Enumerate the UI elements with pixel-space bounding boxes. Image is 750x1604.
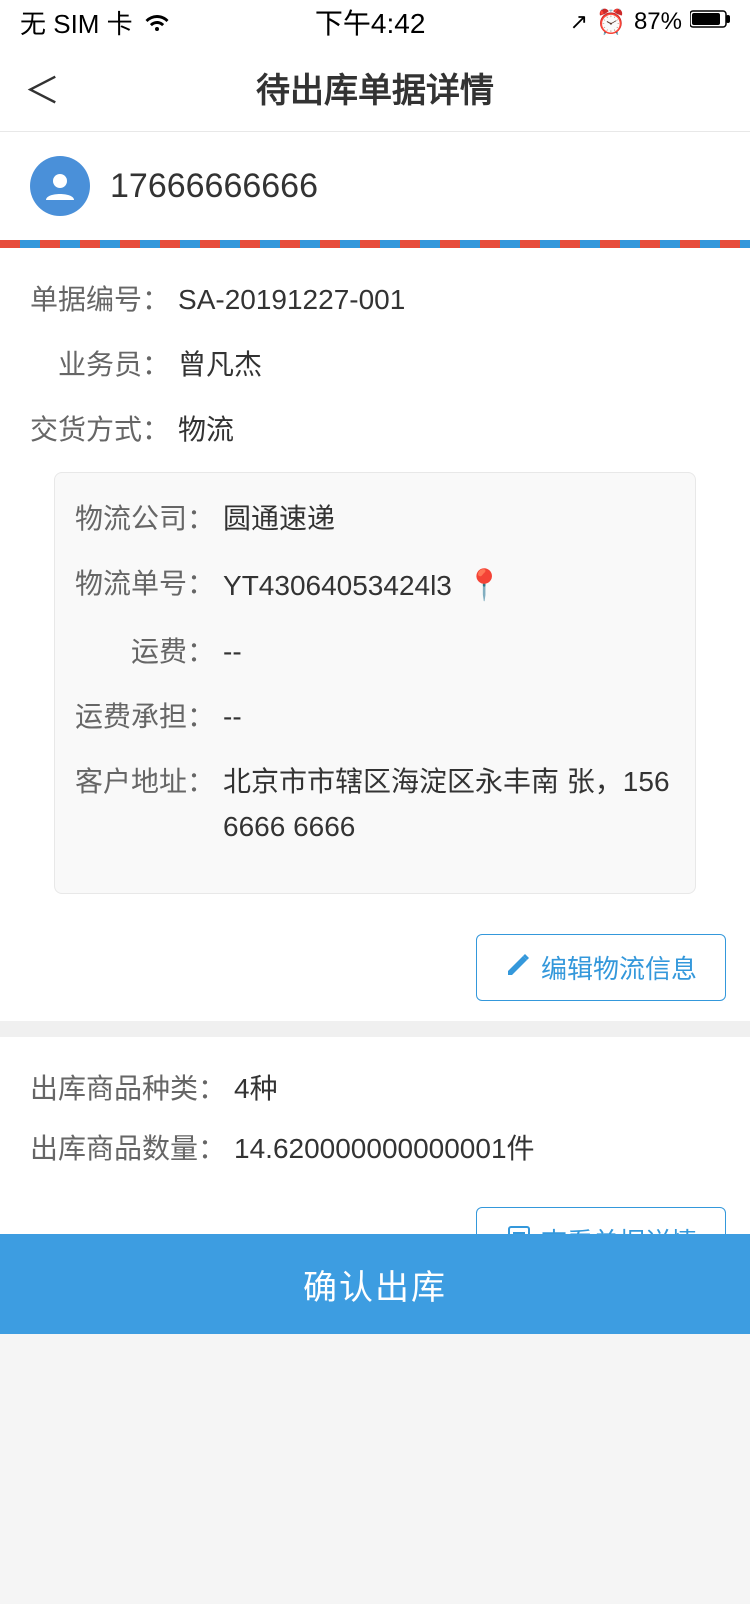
salesperson-row: 业务员： 曾凡杰 (30, 343, 720, 388)
tracking-value: YT43064053424l3 📍 (223, 562, 675, 610)
logistics-section: 物流公司： 圆通速递 物流单号： YT43064053424l3 📍 运费： -… (54, 472, 696, 894)
address-value: 北京市市辖区海淀区永丰南 张，156 6666 6666 (223, 760, 675, 850)
page-spacer (0, 1304, 750, 1504)
freight-bearer-value: -- (223, 695, 675, 740)
customer-section: 17666666666 (0, 132, 750, 240)
order-number-label: 单据编号： (30, 278, 170, 323)
status-left: 无 SIM 卡 (20, 4, 171, 41)
goods-section: 出库商品种类： 4种 出库商品数量： 14.620000000000001件 (0, 1037, 750, 1207)
delivery-value: 物流 (178, 408, 720, 453)
delivery-label: 交货方式： (30, 408, 170, 453)
edit-logistics-label: 编辑物流信息 (541, 949, 697, 986)
tracking-row: 物流单号： YT43064053424l3 📍 (75, 562, 675, 610)
alarm-icon: ⏰ (596, 8, 626, 37)
goods-quantity-label: 出库商品数量： (30, 1127, 226, 1167)
order-info-section: 单据编号： SA-20191227-001 业务员： 曾凡杰 交货方式： 物流 … (0, 248, 750, 934)
salesperson-value: 曾凡杰 (178, 343, 720, 388)
order-number-row: 单据编号： SA-20191227-001 (30, 278, 720, 323)
logistics-company-row: 物流公司： 圆通速递 (75, 497, 675, 542)
location-icon: ↗ (570, 9, 588, 35)
avatar (30, 156, 90, 216)
goods-quantity-value: 14.620000000000001件 (234, 1127, 535, 1167)
goods-types-row: 出库商品种类： 4种 (30, 1067, 720, 1107)
wifi-icon (143, 7, 171, 38)
address-row: 客户地址： 北京市市辖区海淀区永丰南 张，156 6666 6666 (75, 760, 675, 850)
order-number-value: SA-20191227-001 (178, 278, 720, 323)
customer-phone: 17666666666 (110, 167, 318, 206)
time-text: 下午4:42 (315, 2, 426, 42)
dashed-divider (0, 240, 750, 248)
section-separator (0, 1021, 750, 1037)
salesperson-label: 业务员： (30, 343, 170, 388)
freight-bearer-label: 运费承担： (75, 695, 215, 740)
edit-icon (505, 950, 533, 985)
logistics-company-value: 圆通速递 (223, 497, 675, 542)
edit-logistics-button[interactable]: 编辑物流信息 (476, 934, 726, 1001)
bottom-bar: 确认出库 (0, 1234, 750, 1334)
nav-bar: ＜ 待出库单据详情 (0, 44, 750, 132)
tracking-label: 物流单号： (75, 562, 215, 607)
battery-text: 87% (634, 8, 682, 36)
freight-row: 运费： -- (75, 630, 675, 675)
back-button[interactable]: ＜ (24, 62, 60, 114)
battery-icon (690, 8, 730, 36)
freight-value: -- (223, 630, 675, 675)
edit-logistics-container: 编辑物流信息 (0, 934, 750, 1021)
address-label: 客户地址： (75, 760, 215, 805)
location-pin-icon[interactable]: 📍 (466, 562, 503, 610)
goods-types-label: 出库商品种类： (30, 1067, 226, 1107)
freight-bearer-row: 运费承担： -- (75, 695, 675, 740)
status-bar: 无 SIM 卡 下午4:42 ↗ ⏰ 87% (0, 0, 750, 44)
carrier-text: 无 SIM 卡 (20, 4, 133, 41)
status-right: ↗ ⏰ 87% (570, 8, 730, 37)
goods-types-value: 4种 (234, 1067, 278, 1107)
logistics-company-label: 物流公司： (75, 497, 215, 542)
freight-label: 运费： (75, 630, 215, 675)
page-title: 待出库单据详情 (256, 63, 494, 112)
goods-quantity-row: 出库商品数量： 14.620000000000001件 (30, 1127, 720, 1167)
confirm-button[interactable]: 确认出库 (0, 1260, 750, 1309)
delivery-row: 交货方式： 物流 (30, 408, 720, 453)
